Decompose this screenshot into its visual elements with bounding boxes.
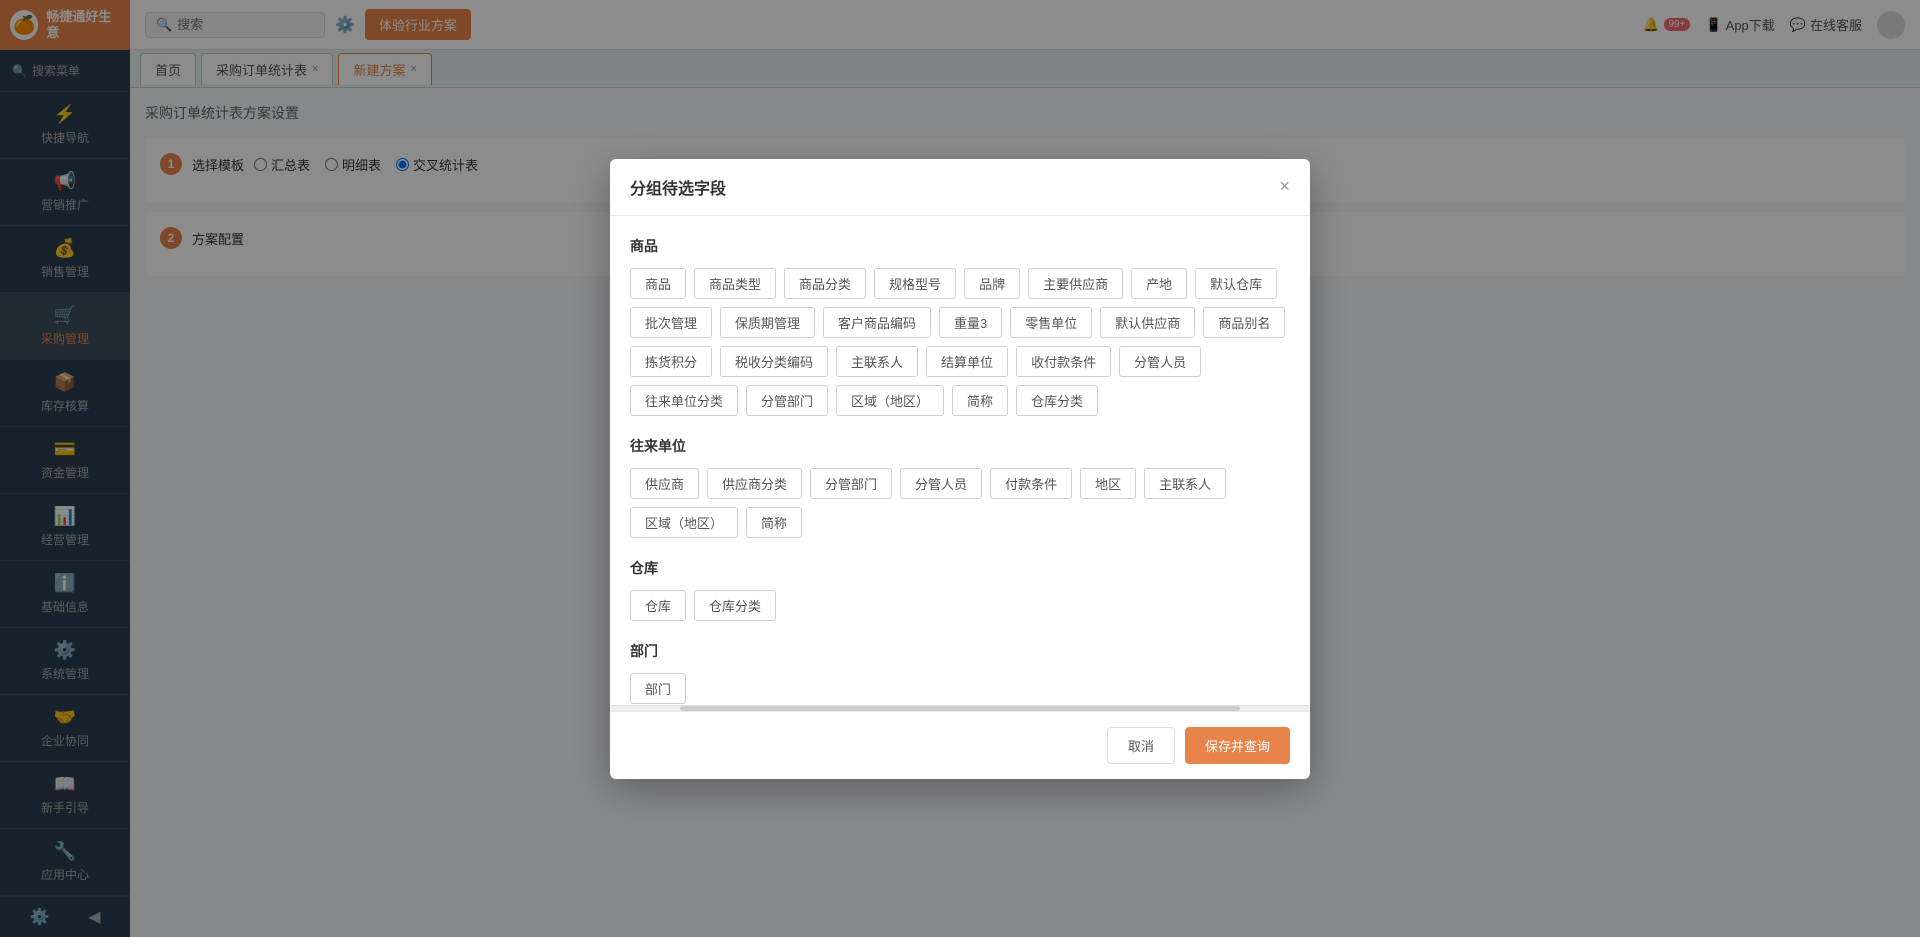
page-content: 采购订单统计表方案设置 1 选择模板 汇总表 明细表 交叉统计表 2 方案配置: [130, 88, 1920, 937]
field-tag-department-1[interactable]: 部门: [630, 673, 686, 704]
save-query-button[interactable]: 保存并查询: [1185, 727, 1290, 764]
field-tags-partner: 供应商 供应商分类 分管部门 分管人员 付款条件 地区 主联系人 区域（地区） …: [630, 468, 1290, 538]
field-tag-product-5[interactable]: 品牌: [964, 268, 1020, 299]
field-tag-product-19[interactable]: 结算单位: [926, 346, 1008, 377]
field-tag-product-11[interactable]: 客户商品编码: [823, 307, 931, 338]
field-group-product-title: 商品: [630, 236, 1290, 256]
field-tag-product-1[interactable]: 商品: [630, 268, 686, 299]
field-group-partner-title: 往来单位: [630, 436, 1290, 456]
field-tag-product-4[interactable]: 规格型号: [874, 268, 956, 299]
modal-close-button[interactable]: ×: [1279, 176, 1290, 197]
field-tag-product-24[interactable]: 区域（地区）: [836, 385, 944, 416]
field-tag-partner-9[interactable]: 简称: [746, 507, 802, 538]
main-content: 🔍 ⚙️ 体验行业方案 🔔 99+ 📱 App下载 💬 在线客服: [130, 0, 1920, 937]
field-tag-partner-2[interactable]: 供应商分类: [707, 468, 802, 499]
field-tags-department: 部门: [630, 673, 1290, 704]
field-tag-partner-1[interactable]: 供应商: [630, 468, 699, 499]
modal-overlay: 分组待选字段 × 商品 商品 商品类型 商品分类 规格型号: [130, 88, 1920, 937]
field-tag-product-17[interactable]: 税收分类编码: [720, 346, 828, 377]
field-tag-product-3[interactable]: 商品分类: [784, 268, 866, 299]
field-tag-product-6[interactable]: 主要供应商: [1028, 268, 1123, 299]
modal-body[interactable]: 商品 商品 商品类型 商品分类 规格型号 品牌 主要供应商 产地 默认仓库 批次…: [610, 216, 1310, 706]
field-tag-partner-4[interactable]: 分管人员: [900, 468, 982, 499]
field-tag-product-26[interactable]: 仓库分类: [1016, 385, 1098, 416]
field-tag-product-12[interactable]: 重量3: [939, 307, 1002, 338]
field-tag-product-23[interactable]: 分管部门: [746, 385, 828, 416]
field-tag-product-15[interactable]: 商品别名: [1203, 307, 1285, 338]
field-tag-product-7[interactable]: 产地: [1131, 268, 1187, 299]
field-tag-product-20[interactable]: 收付款条件: [1016, 346, 1111, 377]
modal-hscroll-thumb: [680, 706, 1240, 710]
field-tag-partner-6[interactable]: 地区: [1080, 468, 1136, 499]
modal-footer: 取消 保存并查询: [610, 711, 1310, 779]
field-tag-product-13[interactable]: 零售单位: [1010, 307, 1092, 338]
field-tag-product-16[interactable]: 拣货积分: [630, 346, 712, 377]
field-group-department-title: 部门: [630, 641, 1290, 661]
field-tag-partner-3[interactable]: 分管部门: [810, 468, 892, 499]
field-tag-partner-7[interactable]: 主联系人: [1144, 468, 1226, 499]
field-group-warehouse-title: 仓库: [630, 558, 1290, 578]
modal-horizontal-scrollbar[interactable]: [610, 705, 1310, 710]
modal-header: 分组待选字段 ×: [610, 159, 1310, 216]
field-tag-product-2[interactable]: 商品类型: [694, 268, 776, 299]
field-tag-product-10[interactable]: 保质期管理: [720, 307, 815, 338]
field-tags-warehouse: 仓库 仓库分类: [630, 590, 1290, 621]
field-group-product: 商品 商品 商品类型 商品分类 规格型号 品牌 主要供应商 产地 默认仓库 批次…: [630, 236, 1290, 416]
field-tag-product-25[interactable]: 简称: [952, 385, 1008, 416]
field-tag-product-14[interactable]: 默认供应商: [1100, 307, 1195, 338]
field-tag-product-18[interactable]: 主联系人: [836, 346, 918, 377]
field-tag-partner-8[interactable]: 区域（地区）: [630, 507, 738, 538]
field-tag-partner-5[interactable]: 付款条件: [990, 468, 1072, 499]
field-tag-product-8[interactable]: 默认仓库: [1195, 268, 1277, 299]
field-tag-product-9[interactable]: 批次管理: [630, 307, 712, 338]
cancel-button[interactable]: 取消: [1107, 727, 1175, 764]
field-tag-product-21[interactable]: 分管人员: [1119, 346, 1201, 377]
field-group-partner: 往来单位 供应商 供应商分类 分管部门 分管人员 付款条件 地区 主联系人 区域…: [630, 436, 1290, 538]
field-tag-warehouse-2[interactable]: 仓库分类: [694, 590, 776, 621]
field-tags-product: 商品 商品类型 商品分类 规格型号 品牌 主要供应商 产地 默认仓库 批次管理 …: [630, 268, 1290, 416]
field-tag-warehouse-1[interactable]: 仓库: [630, 590, 686, 621]
field-group-department: 部门 部门: [630, 641, 1290, 704]
modal-title: 分组待选字段: [630, 175, 726, 199]
field-tag-product-22[interactable]: 往来单位分类: [630, 385, 738, 416]
modal: 分组待选字段 × 商品 商品 商品类型 商品分类 规格型号: [610, 159, 1310, 779]
field-group-warehouse: 仓库 仓库 仓库分类: [630, 558, 1290, 621]
